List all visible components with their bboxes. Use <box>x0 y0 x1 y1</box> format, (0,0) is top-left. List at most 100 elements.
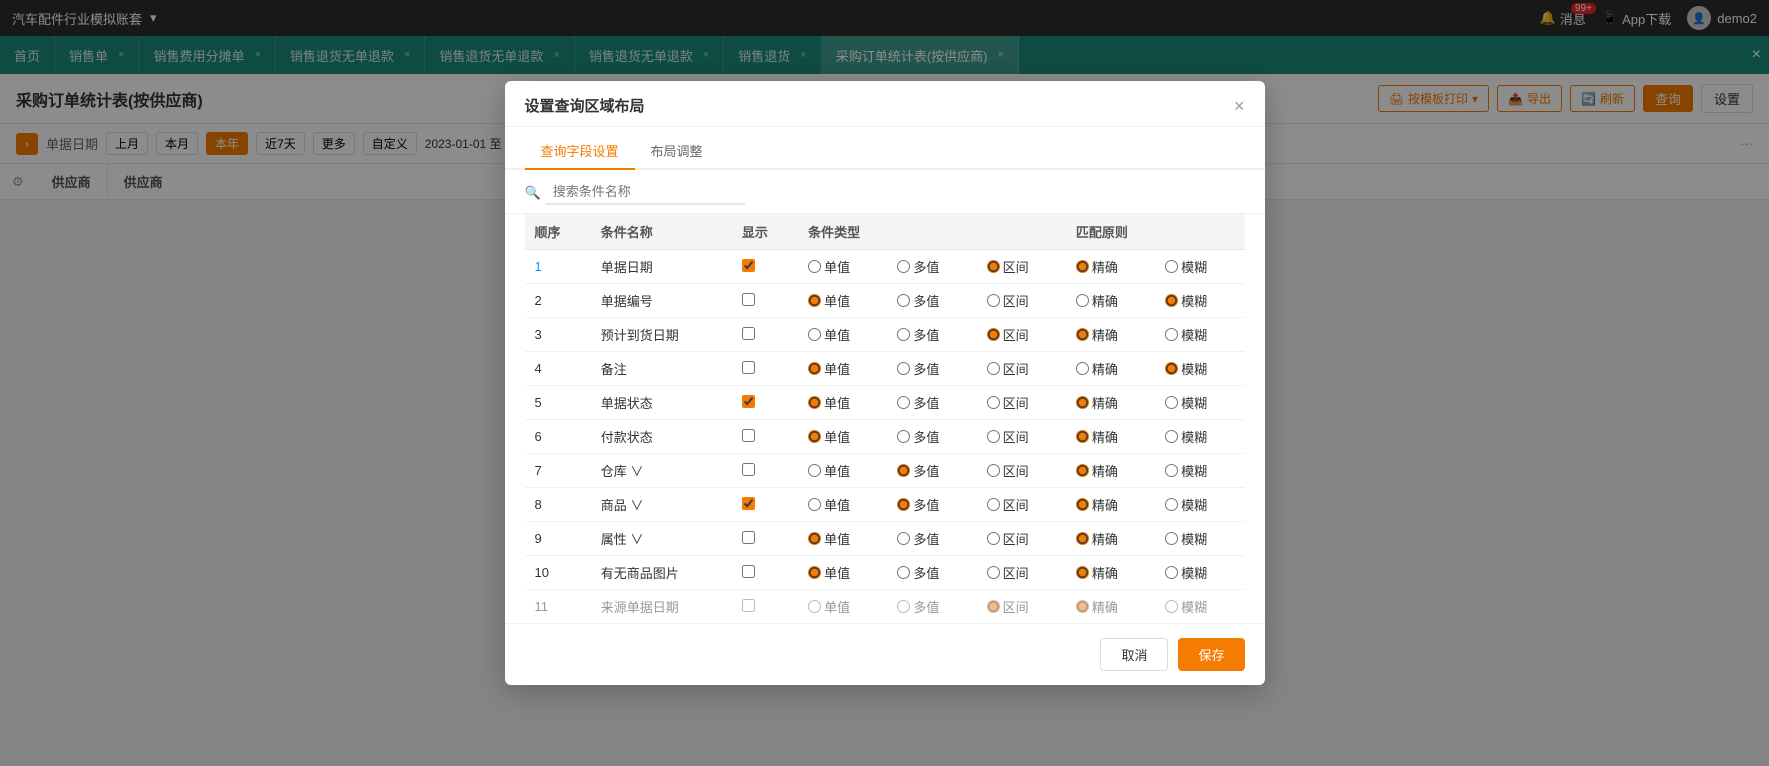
match-radio-input-精确[interactable] <box>1076 294 1089 307</box>
match-radio-模糊[interactable]: 模糊 <box>1165 291 1234 310</box>
display-checkbox[interactable] <box>742 497 755 510</box>
type-radio-input-区间[interactable] <box>987 328 1000 341</box>
match-radio-input-精确[interactable] <box>1076 464 1089 477</box>
display-checkbox[interactable] <box>742 361 755 374</box>
type-radio-区间[interactable]: 区间 <box>987 359 1056 378</box>
type-radio-多值[interactable]: 多值 <box>897 597 966 616</box>
match-radio-精确[interactable]: 精确 <box>1076 563 1145 582</box>
match-radio-精确[interactable]: 精确 <box>1076 393 1145 412</box>
type-radio-多值[interactable]: 多值 <box>897 461 966 480</box>
type-radio-input-单值[interactable] <box>808 328 821 341</box>
match-radio-input-精确[interactable] <box>1076 600 1089 613</box>
match-radio-input-精确[interactable] <box>1076 566 1089 579</box>
type-radio-单值[interactable]: 单值 <box>808 359 877 378</box>
match-radio-模糊[interactable]: 模糊 <box>1165 563 1234 582</box>
type-radio-input-区间[interactable] <box>987 362 1000 375</box>
type-radio-input-区间[interactable] <box>987 566 1000 579</box>
match-radio-模糊[interactable]: 模糊 <box>1165 427 1234 446</box>
type-radio-单值[interactable]: 单值 <box>808 325 877 344</box>
type-radio-多值[interactable]: 多值 <box>897 563 966 582</box>
match-radio-input-模糊[interactable] <box>1165 260 1178 273</box>
type-radio-多值[interactable]: 多值 <box>897 495 966 514</box>
type-radio-input-多值[interactable] <box>897 260 910 273</box>
display-checkbox[interactable] <box>742 293 755 306</box>
display-checkbox[interactable] <box>742 599 755 612</box>
match-radio-input-精确[interactable] <box>1076 498 1089 511</box>
match-radio-精确[interactable]: 精确 <box>1076 461 1145 480</box>
match-radio-模糊[interactable]: 模糊 <box>1165 461 1234 480</box>
type-radio-单值[interactable]: 单值 <box>808 393 877 412</box>
display-checkbox[interactable] <box>742 463 755 476</box>
type-radio-input-单值[interactable] <box>808 362 821 375</box>
type-radio-区间[interactable]: 区间 <box>987 257 1056 276</box>
type-radio-区间[interactable]: 区间 <box>987 461 1056 480</box>
match-radio-input-模糊[interactable] <box>1165 532 1178 545</box>
type-radio-input-区间[interactable] <box>987 532 1000 545</box>
match-radio-input-模糊[interactable] <box>1165 396 1178 409</box>
match-radio-精确[interactable]: 精确 <box>1076 597 1145 616</box>
match-radio-input-模糊[interactable] <box>1165 328 1178 341</box>
type-radio-多值[interactable]: 多值 <box>897 427 966 446</box>
type-radio-input-多值[interactable] <box>897 498 910 511</box>
type-radio-input-单值[interactable] <box>808 260 821 273</box>
type-radio-input-单值[interactable] <box>808 396 821 409</box>
type-radio-input-区间[interactable] <box>987 260 1000 273</box>
match-radio-input-模糊[interactable] <box>1165 566 1178 579</box>
match-radio-input-模糊[interactable] <box>1165 498 1178 511</box>
tab-query-fields[interactable]: 查询字段设置 <box>525 133 635 170</box>
type-radio-单值[interactable]: 单值 <box>808 563 877 582</box>
match-radio-input-精确[interactable] <box>1076 328 1089 341</box>
type-radio-多值[interactable]: 多值 <box>897 359 966 378</box>
match-radio-input-精确[interactable] <box>1076 430 1089 443</box>
match-radio-input-模糊[interactable] <box>1165 362 1178 375</box>
type-radio-input-区间[interactable] <box>987 430 1000 443</box>
type-radio-单值[interactable]: 单值 <box>808 495 877 514</box>
type-radio-input-多值[interactable] <box>897 600 910 613</box>
type-radio-区间[interactable]: 区间 <box>987 529 1056 548</box>
type-radio-多值[interactable]: 多值 <box>897 529 966 548</box>
search-input[interactable] <box>545 180 745 205</box>
type-radio-input-多值[interactable] <box>897 328 910 341</box>
match-radio-input-模糊[interactable] <box>1165 600 1178 613</box>
type-radio-区间[interactable]: 区间 <box>987 597 1056 616</box>
display-checkbox[interactable] <box>742 565 755 578</box>
match-radio-精确[interactable]: 精确 <box>1076 325 1145 344</box>
display-checkbox[interactable] <box>742 259 755 272</box>
match-radio-input-模糊[interactable] <box>1165 430 1178 443</box>
type-radio-input-多值[interactable] <box>897 464 910 477</box>
match-radio-精确[interactable]: 精确 <box>1076 495 1145 514</box>
match-radio-input-精确[interactable] <box>1076 260 1089 273</box>
type-radio-单值[interactable]: 单值 <box>808 529 877 548</box>
match-radio-精确[interactable]: 精确 <box>1076 427 1145 446</box>
save-button[interactable]: 保存 <box>1178 638 1244 671</box>
match-radio-精确[interactable]: 精确 <box>1076 291 1145 310</box>
type-radio-区间[interactable]: 区间 <box>987 393 1056 412</box>
match-radio-模糊[interactable]: 模糊 <box>1165 257 1234 276</box>
match-radio-精确[interactable]: 精确 <box>1076 529 1145 548</box>
display-checkbox[interactable] <box>742 395 755 408</box>
type-radio-input-单值[interactable] <box>808 566 821 579</box>
match-radio-input-精确[interactable] <box>1076 362 1089 375</box>
match-radio-精确[interactable]: 精确 <box>1076 359 1145 378</box>
modal-close-button[interactable]: × <box>1234 97 1245 115</box>
match-radio-模糊[interactable]: 模糊 <box>1165 597 1234 616</box>
match-radio-input-模糊[interactable] <box>1165 464 1178 477</box>
display-checkbox[interactable] <box>742 327 755 340</box>
match-radio-精确[interactable]: 精确 <box>1076 257 1145 276</box>
type-radio-input-单值[interactable] <box>808 532 821 545</box>
type-radio-多值[interactable]: 多值 <box>897 325 966 344</box>
type-radio-区间[interactable]: 区间 <box>987 291 1056 310</box>
match-radio-模糊[interactable]: 模糊 <box>1165 359 1234 378</box>
type-radio-input-区间[interactable] <box>987 464 1000 477</box>
type-radio-input-单值[interactable] <box>808 430 821 443</box>
display-checkbox[interactable] <box>742 429 755 442</box>
type-radio-单值[interactable]: 单值 <box>808 291 877 310</box>
type-radio-区间[interactable]: 区间 <box>987 427 1056 446</box>
type-radio-input-多值[interactable] <box>897 396 910 409</box>
match-radio-模糊[interactable]: 模糊 <box>1165 529 1234 548</box>
type-radio-input-多值[interactable] <box>897 566 910 579</box>
type-radio-input-多值[interactable] <box>897 430 910 443</box>
type-radio-区间[interactable]: 区间 <box>987 563 1056 582</box>
type-radio-input-区间[interactable] <box>987 396 1000 409</box>
type-radio-input-区间[interactable] <box>987 600 1000 613</box>
